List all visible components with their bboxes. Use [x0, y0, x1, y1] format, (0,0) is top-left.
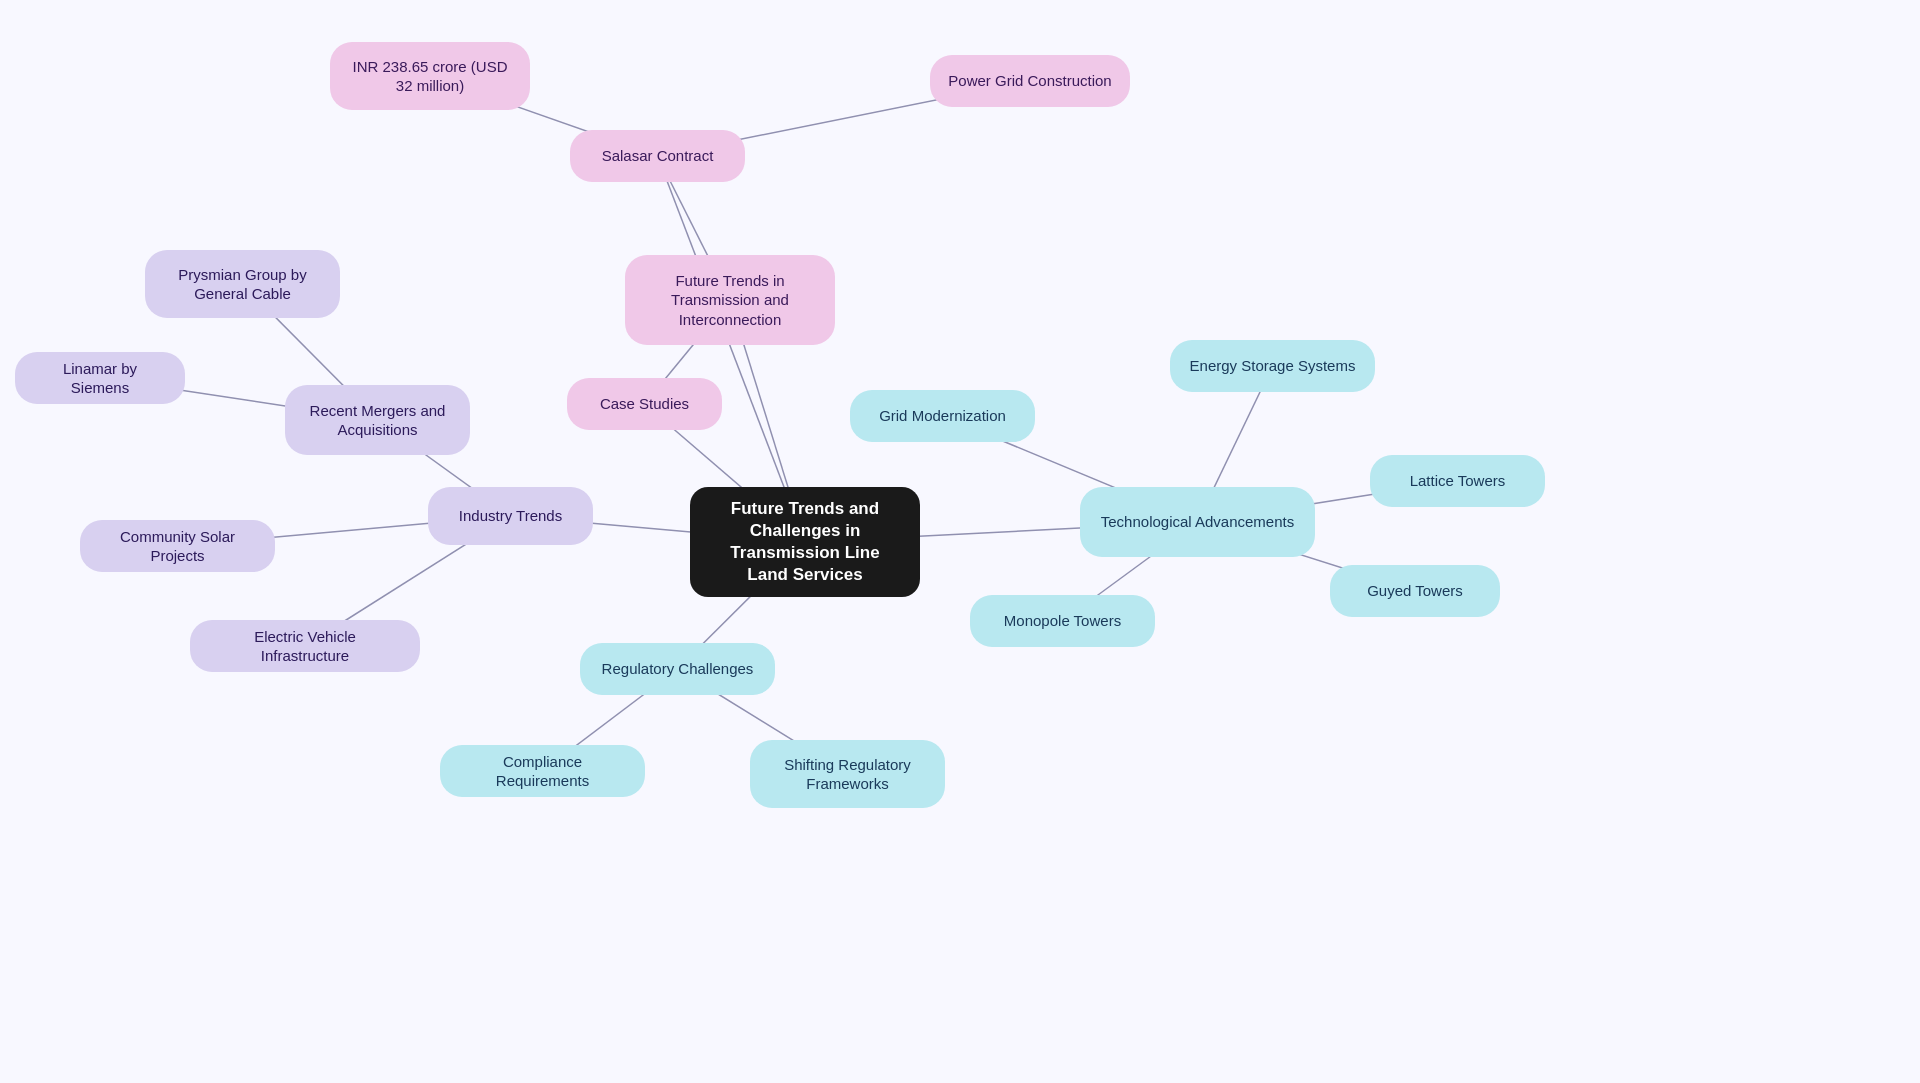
node-grid_mod[interactable]: Grid Modernization [850, 390, 1035, 442]
node-label-guyed_towers: Guyed Towers [1367, 581, 1463, 601]
node-salasar_contract[interactable]: Salasar Contract [570, 130, 745, 182]
node-label-tech_adv: Technological Advancements [1101, 512, 1294, 532]
node-label-community_solar: Community Solar Projects [98, 527, 257, 566]
node-label-salasar_contract: Salasar Contract [602, 146, 714, 166]
node-label-ev_infra: Electric Vehicle Infrastructure [208, 627, 402, 666]
node-case_studies[interactable]: Case Studies [567, 378, 722, 430]
node-lattice_towers[interactable]: Lattice Towers [1370, 455, 1545, 507]
node-industry_trends[interactable]: Industry Trends [428, 487, 593, 545]
node-regulatory[interactable]: Regulatory Challenges [580, 643, 775, 695]
mindmap-container: Future Trends and Challenges in Transmis… [0, 0, 1920, 1083]
connections-svg [0, 0, 1920, 1083]
node-future_trends[interactable]: Future Trends in Transmission and Interc… [625, 255, 835, 345]
node-energy_storage[interactable]: Energy Storage Systems [1170, 340, 1375, 392]
node-label-prysmian: Prysmian Group by General Cable [163, 265, 322, 304]
node-compliance[interactable]: Compliance Requirements [440, 745, 645, 797]
node-guyed_towers[interactable]: Guyed Towers [1330, 565, 1500, 617]
node-label-case_studies: Case Studies [600, 394, 689, 414]
node-inr[interactable]: INR 238.65 crore (USD 32 million) [330, 42, 530, 110]
node-label-shifting_reg: Shifting Regulatory Frameworks [768, 755, 927, 794]
node-monopole[interactable]: Monopole Towers [970, 595, 1155, 647]
node-label-future_trends: Future Trends in Transmission and Interc… [643, 271, 817, 330]
node-label-regulatory: Regulatory Challenges [602, 659, 754, 679]
node-recent_mergers[interactable]: Recent Mergers and Acquisitions [285, 385, 470, 455]
node-label-power_grid: Power Grid Construction [948, 71, 1111, 91]
node-label-monopole: Monopole Towers [1004, 611, 1121, 631]
node-label-linamar: Linamar by Siemens [33, 359, 167, 398]
node-tech_adv[interactable]: Technological Advancements [1080, 487, 1315, 557]
node-community_solar[interactable]: Community Solar Projects [80, 520, 275, 572]
node-ev_infra[interactable]: Electric Vehicle Infrastructure [190, 620, 420, 672]
node-label-industry_trends: Industry Trends [459, 506, 562, 526]
node-label-inr: INR 238.65 crore (USD 32 million) [348, 57, 512, 96]
node-label-grid_mod: Grid Modernization [879, 406, 1006, 426]
node-prysmian[interactable]: Prysmian Group by General Cable [145, 250, 340, 318]
node-label-lattice_towers: Lattice Towers [1410, 471, 1506, 491]
node-label-energy_storage: Energy Storage Systems [1190, 356, 1356, 376]
node-center[interactable]: Future Trends and Challenges in Transmis… [690, 487, 920, 597]
node-label-center: Future Trends and Challenges in Transmis… [708, 498, 902, 586]
node-power_grid[interactable]: Power Grid Construction [930, 55, 1130, 107]
node-shifting_reg[interactable]: Shifting Regulatory Frameworks [750, 740, 945, 808]
node-linamar[interactable]: Linamar by Siemens [15, 352, 185, 404]
node-label-recent_mergers: Recent Mergers and Acquisitions [303, 401, 452, 440]
svg-line-0 [658, 156, 806, 542]
node-label-compliance: Compliance Requirements [458, 752, 627, 791]
